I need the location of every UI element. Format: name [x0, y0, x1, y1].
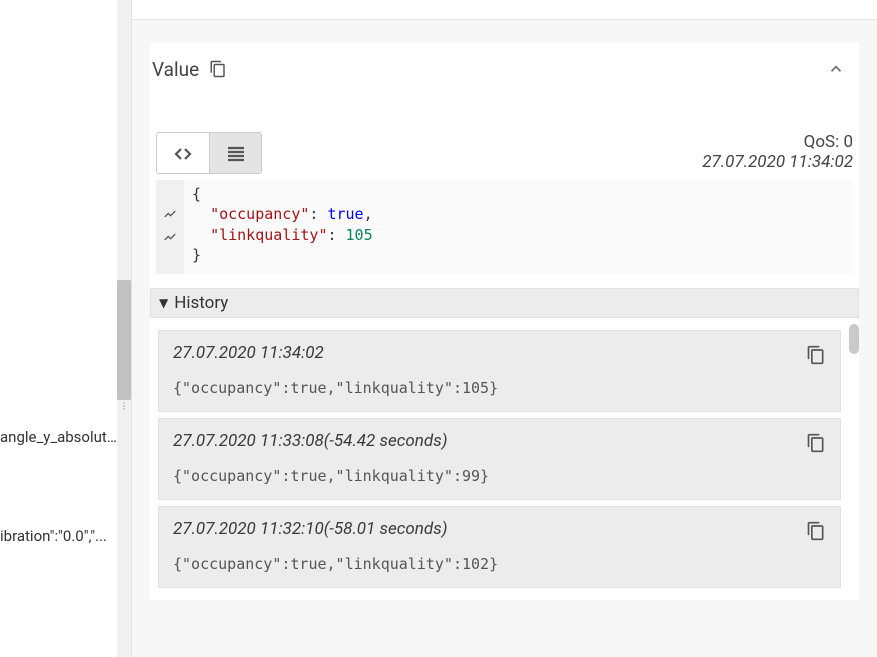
json-key: linkquality: [210, 226, 327, 244]
history-item: 27.07.2020 11:32:10(-58.01 seconds) {"oc…: [158, 506, 841, 588]
sidebar-item[interactable]: ibration":"0.0","...: [0, 527, 118, 545]
qos-label: QoS: 0: [702, 132, 853, 152]
top-divider: [132, 0, 877, 20]
history-section-header[interactable]: ▼ History: [150, 288, 859, 318]
history-item-timestamp: 27.07.2020 11:34:02: [173, 343, 826, 363]
json-value: true: [327, 205, 363, 223]
collapse-panel-button[interactable]: [823, 56, 849, 82]
copy-icon[interactable]: [806, 345, 826, 365]
chart-icon[interactable]: [156, 230, 184, 250]
value-meta-row: QoS: 0 27.07.2020 11:34:02: [150, 88, 859, 180]
chevron-up-icon: [827, 60, 845, 78]
panel-title: Value: [152, 58, 199, 81]
history-item-payload: {"occupancy":true,"linkquality":99}: [173, 467, 826, 485]
formatted-view-button[interactable]: [209, 133, 261, 174]
history-item-payload: {"occupancy":true,"linkquality":102}: [173, 555, 826, 573]
value-panel: Value: [150, 42, 859, 600]
scrollbar-thumb[interactable]: [117, 280, 131, 400]
value-meta: QoS: 0 27.07.2020 11:34:02: [702, 132, 853, 172]
copy-icon[interactable]: [209, 60, 227, 78]
chart-icon[interactable]: [156, 207, 184, 227]
history-item: 27.07.2020 11:34:02 {"occupancy":true,"l…: [158, 330, 841, 412]
triangle-down-icon: ▼: [159, 296, 168, 310]
copy-icon[interactable]: [806, 521, 826, 541]
code-icon: [171, 142, 195, 166]
splitter-grip-icon[interactable]: [117, 400, 131, 412]
history-title: History: [174, 293, 228, 313]
json-key: occupancy: [210, 205, 309, 223]
sidebar: angle_y_absolut... ibration":"0.0","...: [0, 0, 132, 657]
history-list: 27.07.2020 11:34:02 {"occupancy":true,"l…: [150, 318, 859, 600]
app-root: angle_y_absolut... ibration":"0.0","... …: [0, 0, 877, 657]
view-mode-toggle: [156, 132, 262, 174]
value-json-block: { occupancy: true, linkquality: 105 }: [156, 180, 853, 274]
code-body: { occupancy: true, linkquality: 105 }: [184, 180, 853, 274]
main-content: Value: [132, 0, 877, 657]
history-item-payload: {"occupancy":true,"linkquality":105}: [173, 379, 826, 397]
history-item-timestamp: 27.07.2020 11:32:10(-58.01 seconds): [173, 519, 826, 539]
value-panel-header: Value: [150, 42, 859, 88]
raw-view-button[interactable]: [157, 133, 209, 174]
history-item: 27.07.2020 11:33:08(-54.42 seconds) {"oc…: [158, 418, 841, 500]
json-value: 105: [346, 226, 373, 244]
history-scrollbar[interactable]: [849, 324, 859, 354]
sidebar-scrollbar[interactable]: [117, 0, 131, 657]
lines-icon: [224, 142, 248, 166]
sidebar-item[interactable]: angle_y_absolut...: [0, 428, 118, 446]
code-gutter: [156, 180, 184, 274]
value-timestamp: 27.07.2020 11:34:02: [702, 152, 853, 172]
history-item-timestamp: 27.07.2020 11:33:08(-54.42 seconds): [173, 431, 826, 451]
copy-icon[interactable]: [806, 433, 826, 453]
